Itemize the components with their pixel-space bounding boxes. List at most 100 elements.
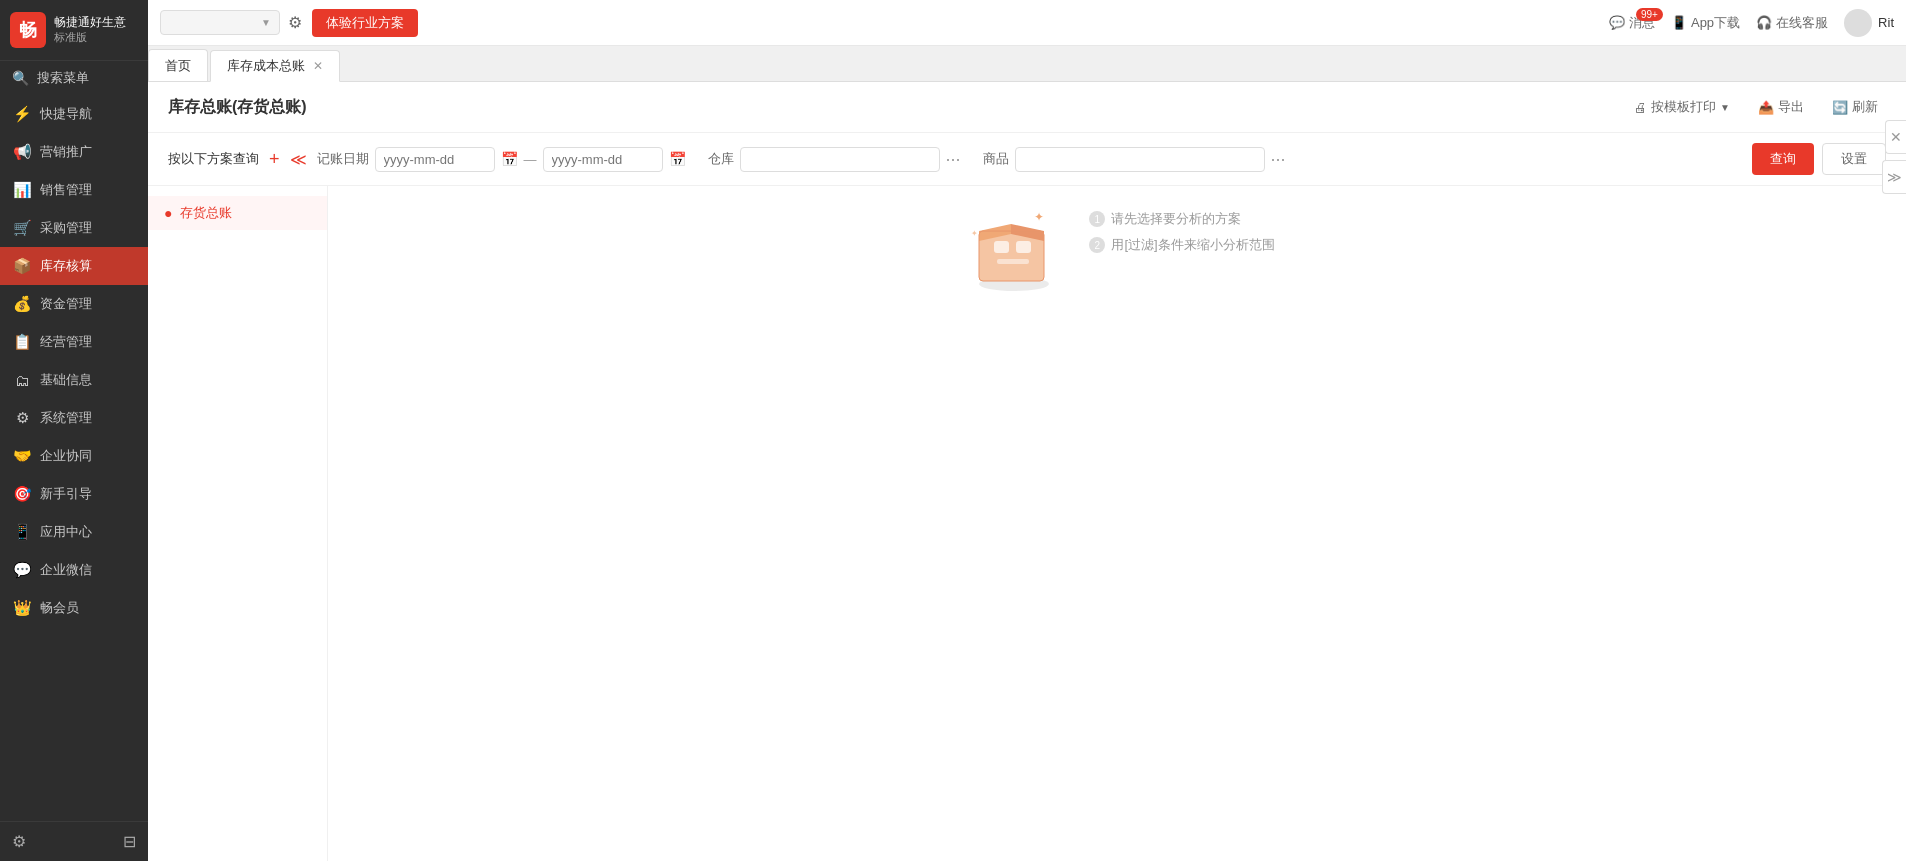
tab-close-icon[interactable]: ✕ xyxy=(313,59,323,73)
search-menu-item[interactable]: 🔍 搜索菜单 xyxy=(0,61,148,95)
sidebar-item-operations[interactable]: 📋 经营管理 xyxy=(0,323,148,361)
sidebar-bottom: ⚙ ⊟ xyxy=(0,821,148,861)
topbar-left: ▼ ⚙ 体验行业方案 xyxy=(160,9,1609,37)
topbar-right: 💬 消息 99+ 📱 App下载 🎧 在线客服 Rit xyxy=(1609,9,1894,37)
sidebar-item-member[interactable]: 👑 畅会员 xyxy=(0,589,148,627)
sidebar-item-purchase[interactable]: 🛒 采购管理 xyxy=(0,209,148,247)
empty-illustration: ✦ ✦ xyxy=(959,186,1059,286)
scheme-item-inventory-ledger[interactable]: ● 存货总账 xyxy=(148,196,327,230)
sidebar-nav: ⚡ 快捷导航 📢 营销推广 📊 销售管理 🛒 采购管理 📦 库存核算 💰 资金管… xyxy=(0,95,148,821)
filter-date-from[interactable] xyxy=(375,147,495,172)
main-area: ▼ ⚙ 体验行业方案 💬 消息 99+ 📱 App下载 🎧 在线客服 Rit xyxy=(148,0,1906,861)
app-name: 畅捷通好生意 xyxy=(54,15,126,31)
filter-warehouse-input[interactable] xyxy=(740,147,940,172)
warehouse-more-icon[interactable]: ··· xyxy=(946,149,961,170)
message-btn[interactable]: 💬 消息 99+ xyxy=(1609,14,1655,32)
filter-add-icon[interactable]: + xyxy=(269,149,280,170)
filter-product-input[interactable] xyxy=(1015,147,1265,172)
basic-label: 基础信息 xyxy=(40,371,92,389)
sidebar: 畅 畅捷通好生意 标准版 🔍 搜索菜单 ⚡ 快捷导航 📢 营销推广 📊 销售管理… xyxy=(0,0,148,861)
print-btn[interactable]: 🖨 按模板打印 ▼ xyxy=(1626,94,1738,120)
collapse-sidebar-icon[interactable]: ⊟ xyxy=(123,832,136,851)
industry-btn[interactable]: 体验行业方案 xyxy=(312,9,418,37)
settings-btn[interactable]: 设置 xyxy=(1822,143,1886,175)
filter-group: 记账日期 📅 — 📅 仓库 ··· 商品 ··· xyxy=(317,147,1742,172)
export-btn[interactable]: 📤 导出 xyxy=(1750,94,1812,120)
appstore-label: 应用中心 xyxy=(40,523,92,541)
sidebar-item-basic[interactable]: 🗂 基础信息 xyxy=(0,361,148,399)
right-panel-close[interactable]: ✕ xyxy=(1885,120,1906,154)
coop-icon: 🤝 xyxy=(12,447,32,465)
system-label: 系统管理 xyxy=(40,409,92,427)
app-label: App下载 xyxy=(1691,14,1740,32)
export-icon: 📤 xyxy=(1758,100,1774,115)
filter-warehouse: 仓库 ··· xyxy=(692,147,961,172)
filter-date-range: 记账日期 📅 — 📅 xyxy=(317,147,686,172)
service-icon: 🎧 xyxy=(1756,15,1772,30)
tab-cost-ledger[interactable]: 库存成本总账 ✕ xyxy=(210,50,340,82)
filter-actions: 查询 设置 xyxy=(1752,143,1886,175)
operations-label: 经营管理 xyxy=(40,333,92,351)
export-label: 导出 xyxy=(1778,98,1804,116)
sidebar-item-inventory[interactable]: 📦 库存核算 xyxy=(0,247,148,285)
app-download-btn[interactable]: 📱 App下载 xyxy=(1671,14,1740,32)
refresh-label: 刷新 xyxy=(1852,98,1878,116)
sidebar-item-marketing[interactable]: 📢 营销推广 xyxy=(0,133,148,171)
breadcrumb[interactable]: ▼ xyxy=(160,10,280,35)
sidebar-item-quick-nav[interactable]: ⚡ 快捷导航 xyxy=(0,95,148,133)
tab-cost-ledger-label: 库存成本总账 xyxy=(227,57,305,75)
refresh-icon: 🔄 xyxy=(1832,100,1848,115)
sidebar-logo: 畅 畅捷通好生意 标准版 xyxy=(0,0,148,61)
settings-gear-icon[interactable]: ⚙ xyxy=(288,13,302,32)
sidebar-item-appstore[interactable]: 📱 应用中心 xyxy=(0,513,148,551)
filter-product-label: 商品 xyxy=(983,150,1009,168)
online-service-btn[interactable]: 🎧 在线客服 xyxy=(1756,14,1828,32)
scheme-item-label: 存货总账 xyxy=(180,204,232,222)
marketing-icon: 📢 xyxy=(12,143,32,161)
app-edition: 标准版 xyxy=(54,30,126,45)
app-icon: 📱 xyxy=(1671,15,1687,30)
scheme-area: ● 存货总账 xyxy=(148,186,1906,861)
settings-bottom-icon[interactable]: ⚙ xyxy=(12,832,26,851)
right-panel-expand[interactable]: ≫ xyxy=(1882,160,1906,194)
calendar-to-icon[interactable]: 📅 xyxy=(669,151,686,167)
sidebar-item-sales[interactable]: 📊 销售管理 xyxy=(0,171,148,209)
member-icon: 👑 xyxy=(12,599,32,617)
calendar-from-icon[interactable]: 📅 xyxy=(501,151,518,167)
finance-icon: 💰 xyxy=(12,295,32,313)
filter-collapse-icon[interactable]: ≪ xyxy=(290,150,307,169)
breadcrumb-text xyxy=(169,14,253,31)
tab-home[interactable]: 首页 xyxy=(148,49,208,81)
hint2: 用[过滤]条件来缩小分析范围 xyxy=(1111,236,1274,254)
avatar xyxy=(1844,9,1872,37)
refresh-btn[interactable]: 🔄 刷新 xyxy=(1824,94,1886,120)
sidebar-item-finance[interactable]: 💰 资金管理 xyxy=(0,285,148,323)
svg-text:✦: ✦ xyxy=(971,229,978,238)
purchase-icon: 🛒 xyxy=(12,219,32,237)
empty-content: ✦ ✦ 1 请先选择要分析的方案 xyxy=(959,186,1274,286)
filter-date-to[interactable] xyxy=(543,147,663,172)
tabbar: 首页 库存成本总账 ✕ xyxy=(148,46,1906,82)
member-label: 畅会员 xyxy=(40,599,79,617)
sidebar-item-newbie[interactable]: 🎯 新手引导 xyxy=(0,475,148,513)
search-menu-label: 搜索菜单 xyxy=(37,69,89,87)
app-logo-icon: 畅 xyxy=(10,12,46,48)
purchase-label: 采购管理 xyxy=(40,219,92,237)
user-area[interactable]: Rit xyxy=(1844,9,1894,37)
page-header: 库存总账(存货总账) 🖨 按模板打印 ▼ 📤 导出 🔄 刷新 xyxy=(148,82,1906,133)
quick-nav-icon: ⚡ xyxy=(12,105,32,123)
topbar: ▼ ⚙ 体验行业方案 💬 消息 99+ 📱 App下载 🎧 在线客服 Rit xyxy=(148,0,1906,46)
sidebar-item-system[interactable]: ⚙ 系统管理 xyxy=(0,399,148,437)
coop-label: 企业协同 xyxy=(40,447,92,465)
sidebar-item-wechat[interactable]: 💬 企业微信 xyxy=(0,551,148,589)
content-area: 库存总账(存货总账) 🖨 按模板打印 ▼ 📤 导出 🔄 刷新 按以下方案查 xyxy=(148,82,1906,861)
step1-num: 1 xyxy=(1089,211,1105,227)
search-icon: 🔍 xyxy=(12,70,29,86)
sidebar-item-coop[interactable]: 🤝 企业协同 xyxy=(0,437,148,475)
query-btn[interactable]: 查询 xyxy=(1752,143,1814,175)
operations-icon: 📋 xyxy=(12,333,32,351)
inventory-label: 库存核算 xyxy=(40,257,92,275)
service-label: 在线客服 xyxy=(1776,14,1828,32)
product-more-icon[interactable]: ··· xyxy=(1271,149,1286,170)
empty-state: ✦ ✦ 1 请先选择要分析的方案 xyxy=(328,186,1906,286)
